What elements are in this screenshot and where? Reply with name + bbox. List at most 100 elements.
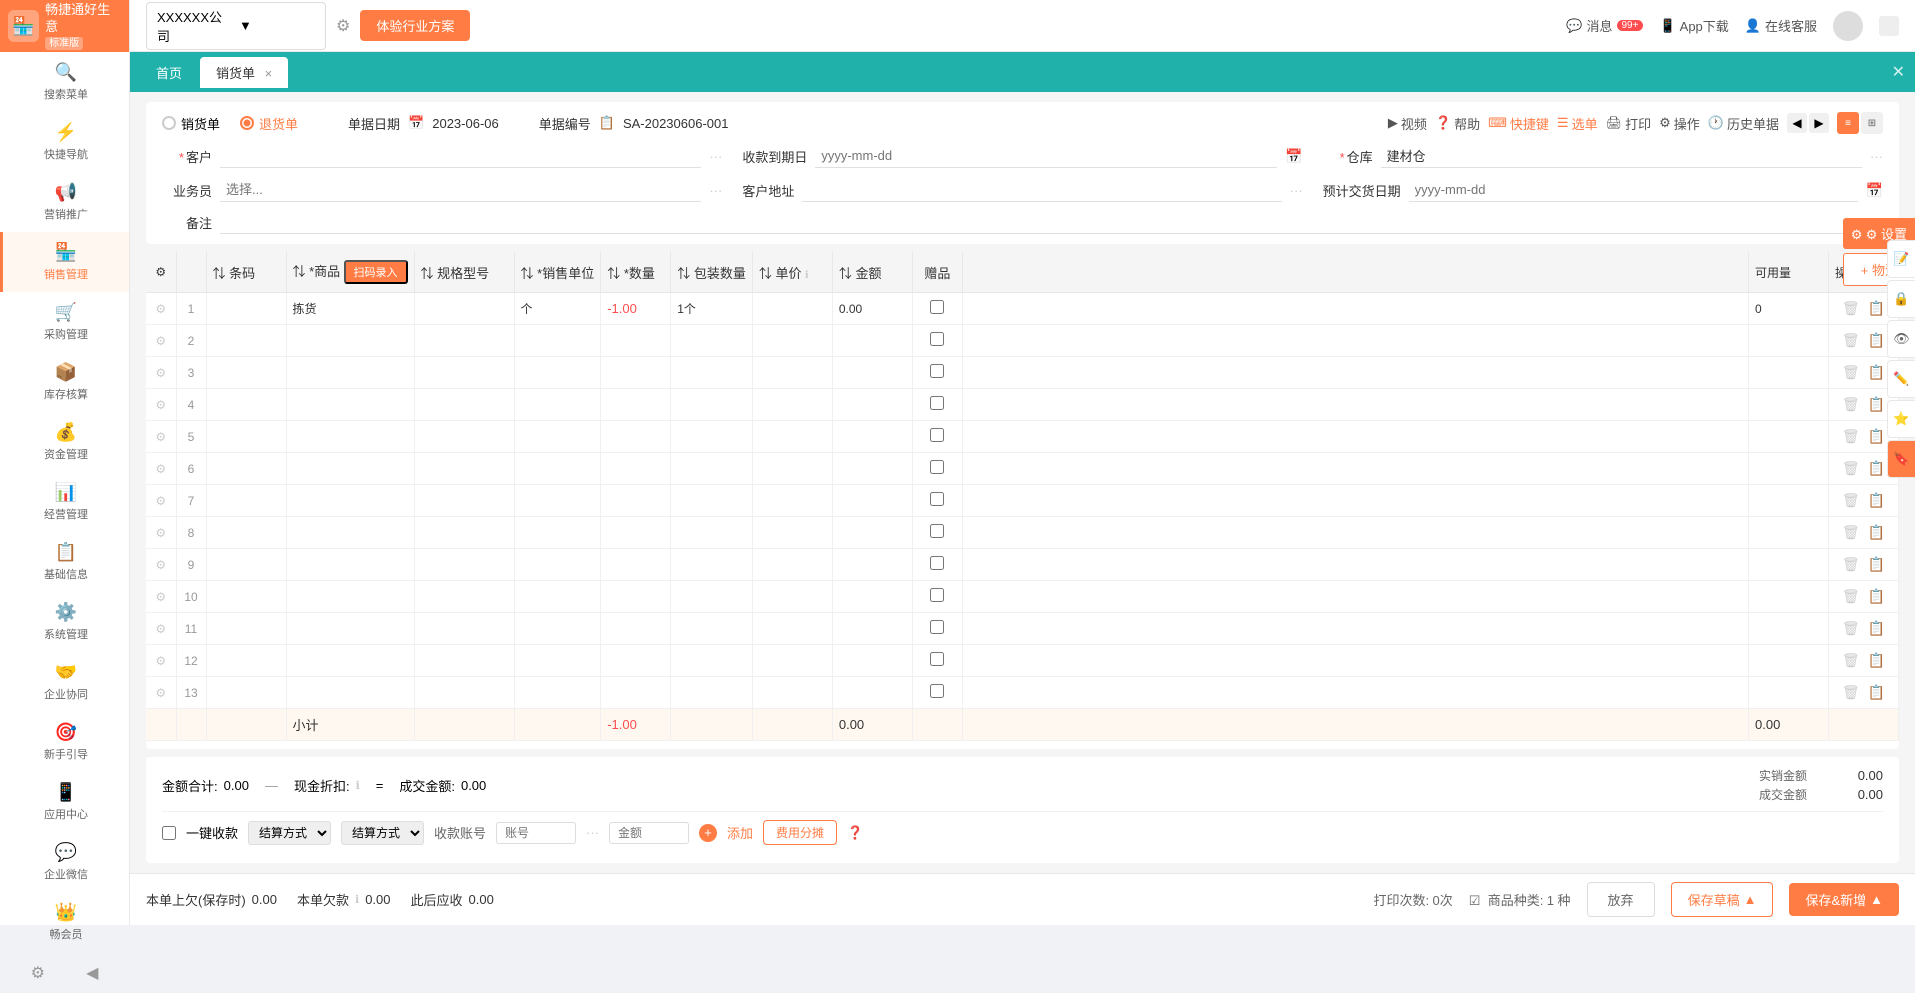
row-barcode-12[interactable] (206, 677, 286, 709)
row-gift-0[interactable] (912, 293, 962, 325)
row-settings-12[interactable]: ⚙ (146, 677, 176, 709)
row-price-0[interactable] (752, 293, 832, 325)
row-settings-8[interactable]: ⚙ (146, 549, 176, 581)
row-amount-10[interactable] (832, 613, 912, 645)
row-qty-3[interactable] (601, 389, 671, 421)
row-qty-10[interactable] (601, 613, 671, 645)
row-amount-11[interactable] (832, 645, 912, 677)
row-amount-3[interactable] (832, 389, 912, 421)
row-spec-9[interactable] (414, 581, 514, 613)
row-barcode-7[interactable] (206, 517, 286, 549)
row-pack-5[interactable] (671, 453, 753, 485)
row-qty-8[interactable] (601, 549, 671, 581)
calc-method-select[interactable]: 结算方式 (341, 821, 424, 845)
radio-sales[interactable]: 销货单 (162, 114, 220, 133)
select-btn[interactable]: ☰ 选单 (1557, 114, 1598, 133)
row-unit-8[interactable] (514, 549, 601, 581)
row-product-5[interactable] (286, 453, 414, 485)
row-desc-10[interactable] (962, 613, 1748, 645)
row-barcode-11[interactable] (206, 645, 286, 677)
row-product-10[interactable] (286, 613, 414, 645)
message-btn[interactable]: 💬 消息 99+ (1566, 16, 1643, 35)
sidebar-item-purchase[interactable]: 🛒 采购管理 (0, 292, 129, 352)
row-barcode-6[interactable] (206, 485, 286, 517)
online-service-btn[interactable]: 👤 在线客服 (1745, 16, 1817, 35)
discount-info-icon[interactable]: ℹ (356, 779, 360, 792)
delete-icon-8[interactable]: 🗑 (1842, 556, 1860, 573)
row-unit-4[interactable] (514, 421, 601, 453)
row-product-0[interactable]: 拣货 (286, 293, 414, 325)
row-settings-0[interactable]: ⚙ (146, 293, 176, 325)
sidebar-item-finance[interactable]: 💰 资金管理 (0, 412, 129, 472)
delete-icon-9[interactable]: 🗑 (1842, 588, 1860, 605)
row-barcode-8[interactable] (206, 549, 286, 581)
row-settings-11[interactable]: ⚙ (146, 645, 176, 677)
row-gift-10[interactable] (912, 613, 962, 645)
row-product-4[interactable] (286, 421, 414, 453)
row-pack-7[interactable] (671, 517, 753, 549)
row-product-6[interactable] (286, 485, 414, 517)
sidebar-item-app-center[interactable]: 📱 应用中心 (0, 772, 129, 832)
grid-view-btn[interactable]: ⊞ (1861, 112, 1883, 134)
price-info-icon[interactable]: ℹ (805, 270, 809, 281)
next-arrow[interactable]: ▶ (1809, 113, 1829, 133)
row-unit-2[interactable] (514, 357, 601, 389)
address-dots[interactable]: ··· (1290, 183, 1303, 198)
save-new-btn[interactable]: 保存&新增 ▲ (1789, 883, 1899, 916)
customer-address-input[interactable] (802, 178, 1281, 202)
rs-lock-btn[interactable]: 🔒 (1887, 280, 1915, 318)
company-selector[interactable]: XXXXXX公司 ▼ (146, 2, 326, 50)
row-barcode-2[interactable] (206, 357, 286, 389)
row-settings-3[interactable]: ⚙ (146, 389, 176, 421)
row-pack-1[interactable] (671, 325, 753, 357)
print-btn[interactable]: 🖨 打印 (1606, 114, 1652, 133)
row-pack-3[interactable] (671, 389, 753, 421)
row-qty-9[interactable] (601, 581, 671, 613)
video-btn[interactable]: ▶ 视频 (1388, 114, 1427, 133)
row-qty-0[interactable]: -1.00 (601, 293, 671, 325)
rs-bookmark-btn[interactable]: 🔖 (1887, 440, 1915, 478)
row-spec-4[interactable] (414, 421, 514, 453)
sidebar-item-marketing[interactable]: 📢 营销推广 (0, 172, 129, 232)
sidebar-item-collab[interactable]: 🤝 企业协同 (0, 652, 129, 712)
row-settings-4[interactable]: ⚙ (146, 421, 176, 453)
delete-icon-0[interactable]: 🗑 (1842, 300, 1860, 317)
row-barcode-4[interactable] (206, 421, 286, 453)
warehouse-dots[interactable]: ··· (1870, 149, 1883, 164)
row-gift-6[interactable] (912, 485, 962, 517)
row-pack-4[interactable] (671, 421, 753, 453)
row-gift-4[interactable] (912, 421, 962, 453)
row-qty-1[interactable] (601, 325, 671, 357)
row-spec-8[interactable] (414, 549, 514, 581)
row-pack-9[interactable] (671, 581, 753, 613)
copy-icon-2[interactable]: 📋 (1868, 364, 1885, 381)
help-btn[interactable]: ❓ 帮助 (1435, 114, 1480, 133)
row-amount-8[interactable] (832, 549, 912, 581)
row-product-3[interactable] (286, 389, 414, 421)
user-avatar2[interactable] (1879, 16, 1899, 36)
row-amount-6[interactable] (832, 485, 912, 517)
row-settings-2[interactable]: ⚙ (146, 357, 176, 389)
collapse-icon[interactable]: ◀ (86, 963, 98, 983)
row-price-1[interactable] (752, 325, 832, 357)
row-price-4[interactable] (752, 421, 832, 453)
row-desc-4[interactable] (962, 421, 1748, 453)
customer-dots[interactable]: ··· (709, 149, 722, 164)
row-unit-11[interactable] (514, 645, 601, 677)
row-unit-10[interactable] (514, 613, 601, 645)
copy-icon-0[interactable]: 📋 (1868, 300, 1885, 317)
copy-icon-12[interactable]: 📋 (1868, 684, 1885, 701)
row-amount-1[interactable] (832, 325, 912, 357)
row-barcode-9[interactable] (206, 581, 286, 613)
row-spec-10[interactable] (414, 613, 514, 645)
row-amount-9[interactable] (832, 581, 912, 613)
copy-icon-5[interactable]: 📋 (1868, 460, 1885, 477)
row-pack-10[interactable] (671, 613, 753, 645)
row-settings-6[interactable]: ⚙ (146, 485, 176, 517)
question-icon[interactable]: ❓ (847, 825, 863, 841)
row-settings-10[interactable]: ⚙ (146, 613, 176, 645)
sidebar-item-vip[interactable]: 👑 畅会员 (0, 892, 129, 952)
row-price-12[interactable] (752, 677, 832, 709)
settings-bottom-icon[interactable]: ⚙ (31, 963, 45, 983)
delete-icon-12[interactable]: 🗑 (1842, 684, 1860, 701)
